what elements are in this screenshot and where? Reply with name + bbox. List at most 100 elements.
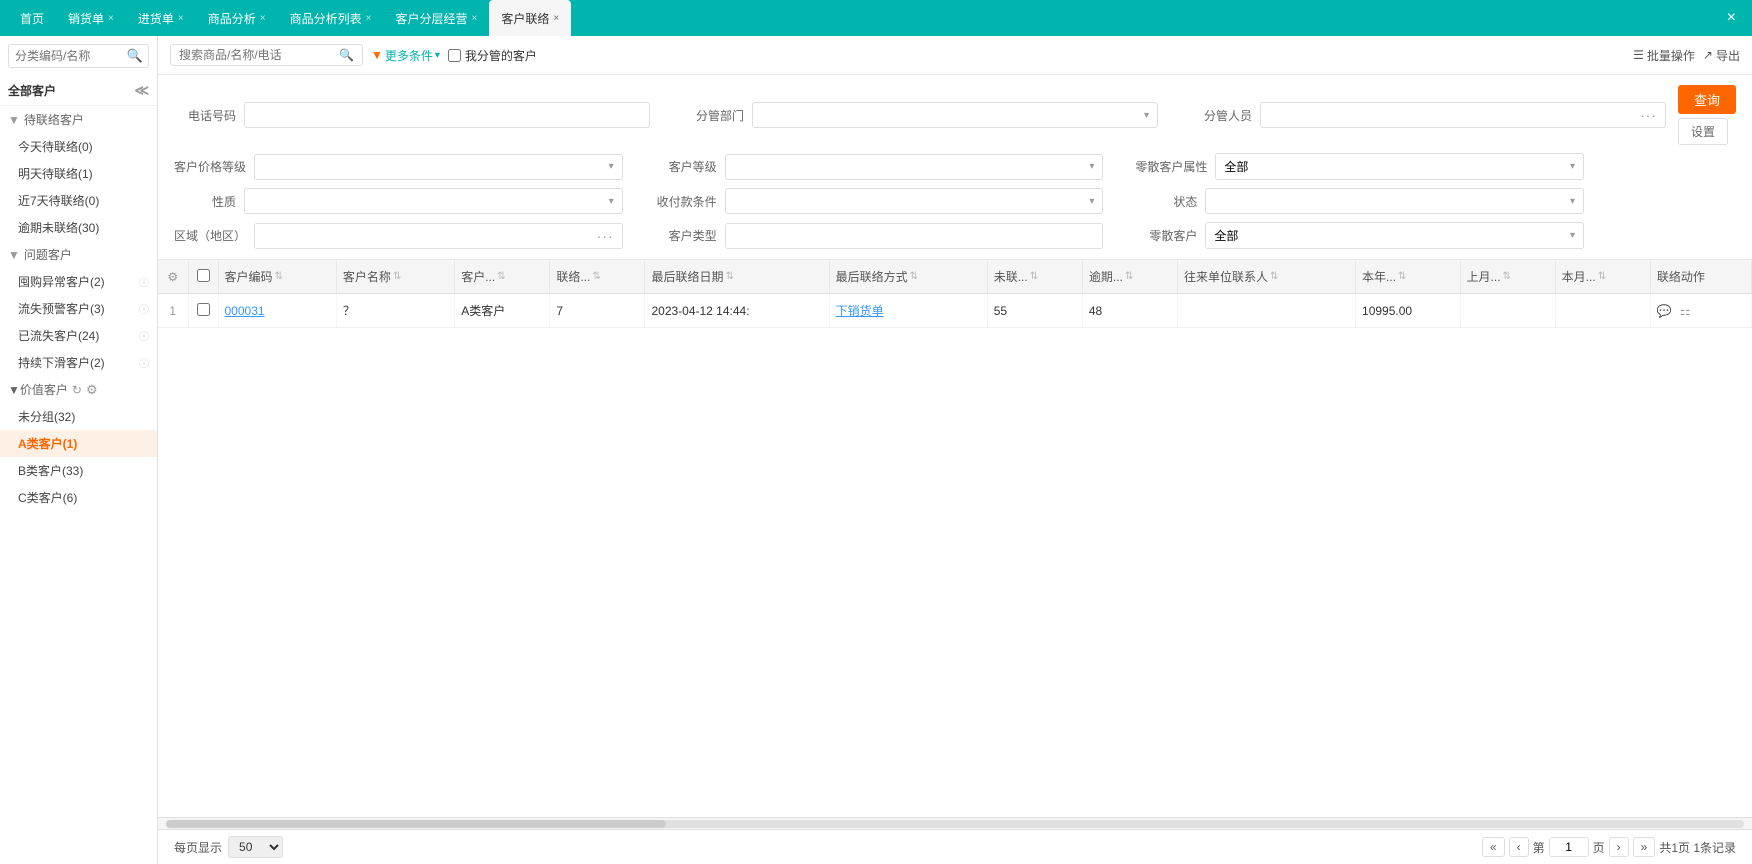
next-page-button[interactable]: › xyxy=(1609,837,1629,857)
page-number-input[interactable] xyxy=(1549,837,1589,857)
not-contacted-col-header[interactable]: 未联... ⇅ xyxy=(987,260,1082,294)
sidebar-collapse-button[interactable]: ≪ xyxy=(134,82,149,99)
price-level-input[interactable]: ▾ xyxy=(254,154,623,180)
last-page-button[interactable]: » xyxy=(1633,837,1656,857)
this-year-col-header[interactable]: 本年... ⇅ xyxy=(1356,260,1461,294)
customer-name-cell[interactable]: ？ xyxy=(336,294,454,328)
company-contact-col-header[interactable]: 往来单位联系人 ⇅ xyxy=(1178,260,1356,294)
settings-col-header[interactable]: ⚙ xyxy=(158,260,188,294)
sidebar-item-overdue[interactable]: 逾期未联络(30) xyxy=(0,214,157,241)
phone-input[interactable] xyxy=(244,102,650,128)
row-checkbox[interactable] xyxy=(197,303,210,316)
contact-count-col-header[interactable]: 联络... ⇅ xyxy=(550,260,645,294)
retail-input[interactable]: 全部 ▾ xyxy=(1205,222,1584,249)
close-contact-tab[interactable]: × xyxy=(553,13,559,24)
staff-input[interactable]: ··· xyxy=(1260,102,1666,128)
filter-row-2: 客户价格等级 ▾ 客户等级 ▾ 零散客户属性 xyxy=(174,153,1736,180)
close-sales-tab[interactable]: × xyxy=(108,13,114,24)
horizontal-scrollbar[interactable] xyxy=(158,817,1752,829)
checkbox-col-header[interactable] xyxy=(188,260,218,294)
contact-action-icon[interactable]: 💬 xyxy=(1657,304,1672,318)
close-product-list-tab[interactable]: × xyxy=(366,13,372,24)
filter-search-icon[interactable]: 🔍 xyxy=(339,48,354,62)
close-purchase-tab[interactable]: × xyxy=(178,13,184,24)
all-customers-header[interactable]: 全部客户 ≪ xyxy=(0,76,157,106)
my-customers-checkbox-label[interactable]: 我分管的客户 xyxy=(448,47,537,64)
last-month-cell xyxy=(1460,294,1555,328)
company-contact-cell xyxy=(1178,294,1356,328)
sidebar-item-lost-warning[interactable]: 流失预警客户(3) ⓘ xyxy=(0,295,157,322)
sidebar-item-declining[interactable]: 持续下滑客户(2) ⓘ xyxy=(0,349,157,376)
sidebar-item-lost[interactable]: 已流失客户(24) ⓘ xyxy=(0,322,157,349)
type-col-header[interactable]: 客户... ⇅ xyxy=(455,260,550,294)
page-size-select[interactable]: 50 100 200 xyxy=(228,836,283,858)
pay-down-icon: ▾ xyxy=(1089,196,1094,207)
customer-search-input[interactable] xyxy=(179,48,339,62)
pending-contact-section[interactable]: ▼ 待联络客户 xyxy=(0,106,157,133)
overdue-sort-icon: ⇅ xyxy=(1125,271,1133,282)
customer-type-input[interactable] xyxy=(725,223,1104,249)
retail-attr-input[interactable]: 全部 ▾ xyxy=(1215,153,1584,180)
window-close-button[interactable]: × xyxy=(1719,9,1744,27)
first-page-button[interactable]: « xyxy=(1482,837,1505,857)
nav-home[interactable]: 首页 xyxy=(8,0,56,36)
customer-level-input[interactable]: ▾ xyxy=(725,154,1104,180)
name-col-header[interactable]: 客户名称 ⇅ xyxy=(336,260,454,294)
this-month-col-header[interactable]: 本月... ⇅ xyxy=(1555,260,1650,294)
more-filters-button[interactable]: ▼ 更多条件 ▾ xyxy=(371,47,440,64)
region-dots-icon: ··· xyxy=(597,228,614,244)
sidebar-item-a-class[interactable]: A类客户(1) xyxy=(0,430,157,457)
info-icon-2: ⓘ xyxy=(139,301,149,316)
status-down-icon: ▾ xyxy=(1570,196,1575,207)
code-col-header[interactable]: 客户编码 ⇅ xyxy=(218,260,336,294)
customer-level-cell: 客户等级 ▾ xyxy=(655,154,1104,180)
nav-product-list[interactable]: 商品分析列表 × xyxy=(278,0,384,36)
sidebar-item-today[interactable]: 今天待联络(0) xyxy=(0,133,157,160)
my-customers-checkbox[interactable] xyxy=(448,49,461,62)
sidebar-item-tomorrow[interactable]: 明天待联络(1) xyxy=(0,160,157,187)
filter-bar: 🔍 ▼ 更多条件 ▾ 我分管的客户 ☰ 批量操作 ↗ 导出 xyxy=(158,36,1752,75)
status-input[interactable]: ▾ xyxy=(1205,188,1584,214)
last-date-col-header[interactable]: 最后联络日期 ⇅ xyxy=(645,260,829,294)
dept-input[interactable]: ▾ xyxy=(752,102,1158,128)
export-button[interactable]: ↗ 导出 xyxy=(1703,47,1740,64)
sidebar-item-unclassified[interactable]: 未分组(32) xyxy=(0,403,157,430)
prev-page-button[interactable]: ‹ xyxy=(1509,837,1529,857)
nav-sales[interactable]: 销货单 × xyxy=(56,0,126,36)
nature-input[interactable]: ▾ xyxy=(244,188,623,214)
problem-customers-section[interactable]: ▼ 问题客户 xyxy=(0,241,157,268)
region-input[interactable]: ··· xyxy=(254,223,623,249)
value-customers-section[interactable]: ▼ 价值客户 ↻ ⚙ xyxy=(0,376,157,403)
sidebar-item-c-class[interactable]: C类客户(6) xyxy=(0,484,157,511)
select-all-checkbox[interactable] xyxy=(197,269,210,282)
last-month-col-header[interactable]: 上月... ⇅ xyxy=(1460,260,1555,294)
filter-icon: ▼ xyxy=(371,48,383,62)
overdue-col-header[interactable]: 逾期... ⇅ xyxy=(1082,260,1177,294)
name-sort-icon: ⇅ xyxy=(393,271,401,282)
close-product-analysis-tab[interactable]: × xyxy=(260,13,266,24)
nav-customer-contact[interactable]: 客户联络 × xyxy=(489,0,571,36)
last-method-cell[interactable]: 下销货单 xyxy=(829,294,987,328)
sidebar-item-7days[interactable]: 近7天待联络(0) xyxy=(0,187,157,214)
scroll-thumb[interactable] xyxy=(166,820,666,828)
search-icon[interactable]: 🔍 xyxy=(127,48,143,64)
scroll-track xyxy=(166,820,1744,828)
query-button[interactable]: 查询 xyxy=(1678,85,1736,114)
payment-input[interactable]: ▾ xyxy=(725,188,1104,214)
nav-product-analysis[interactable]: 商品分析 × xyxy=(196,0,278,36)
sidebar-item-b-class[interactable]: B类客户(33) xyxy=(0,457,157,484)
last-method-col-header[interactable]: 最后联络方式 ⇅ xyxy=(829,260,987,294)
nav-customer-segment[interactable]: 客户分层经营 × xyxy=(383,0,489,36)
batch-ops-button[interactable]: ☰ 批量操作 xyxy=(1633,47,1695,64)
settings-button[interactable]: 设置 xyxy=(1678,118,1728,145)
refresh-icon[interactable]: ↻ xyxy=(72,383,82,397)
settings-value-icon[interactable]: ⚙ xyxy=(86,382,98,398)
close-segment-tab[interactable]: × xyxy=(471,13,477,24)
customer-code-cell[interactable]: 000031 xyxy=(218,294,336,328)
sidebar-item-hoarding[interactable]: 囤购异常客户(2) ⓘ xyxy=(0,268,157,295)
more-action-icon[interactable]: ⚏ xyxy=(1680,304,1691,318)
section-arrow-3: ▼ xyxy=(8,383,20,397)
tmonth-sort-icon: ⇅ xyxy=(1598,271,1606,282)
nav-purchase[interactable]: 进货单 × xyxy=(126,0,196,36)
price-down-icon: ▾ xyxy=(609,161,614,172)
